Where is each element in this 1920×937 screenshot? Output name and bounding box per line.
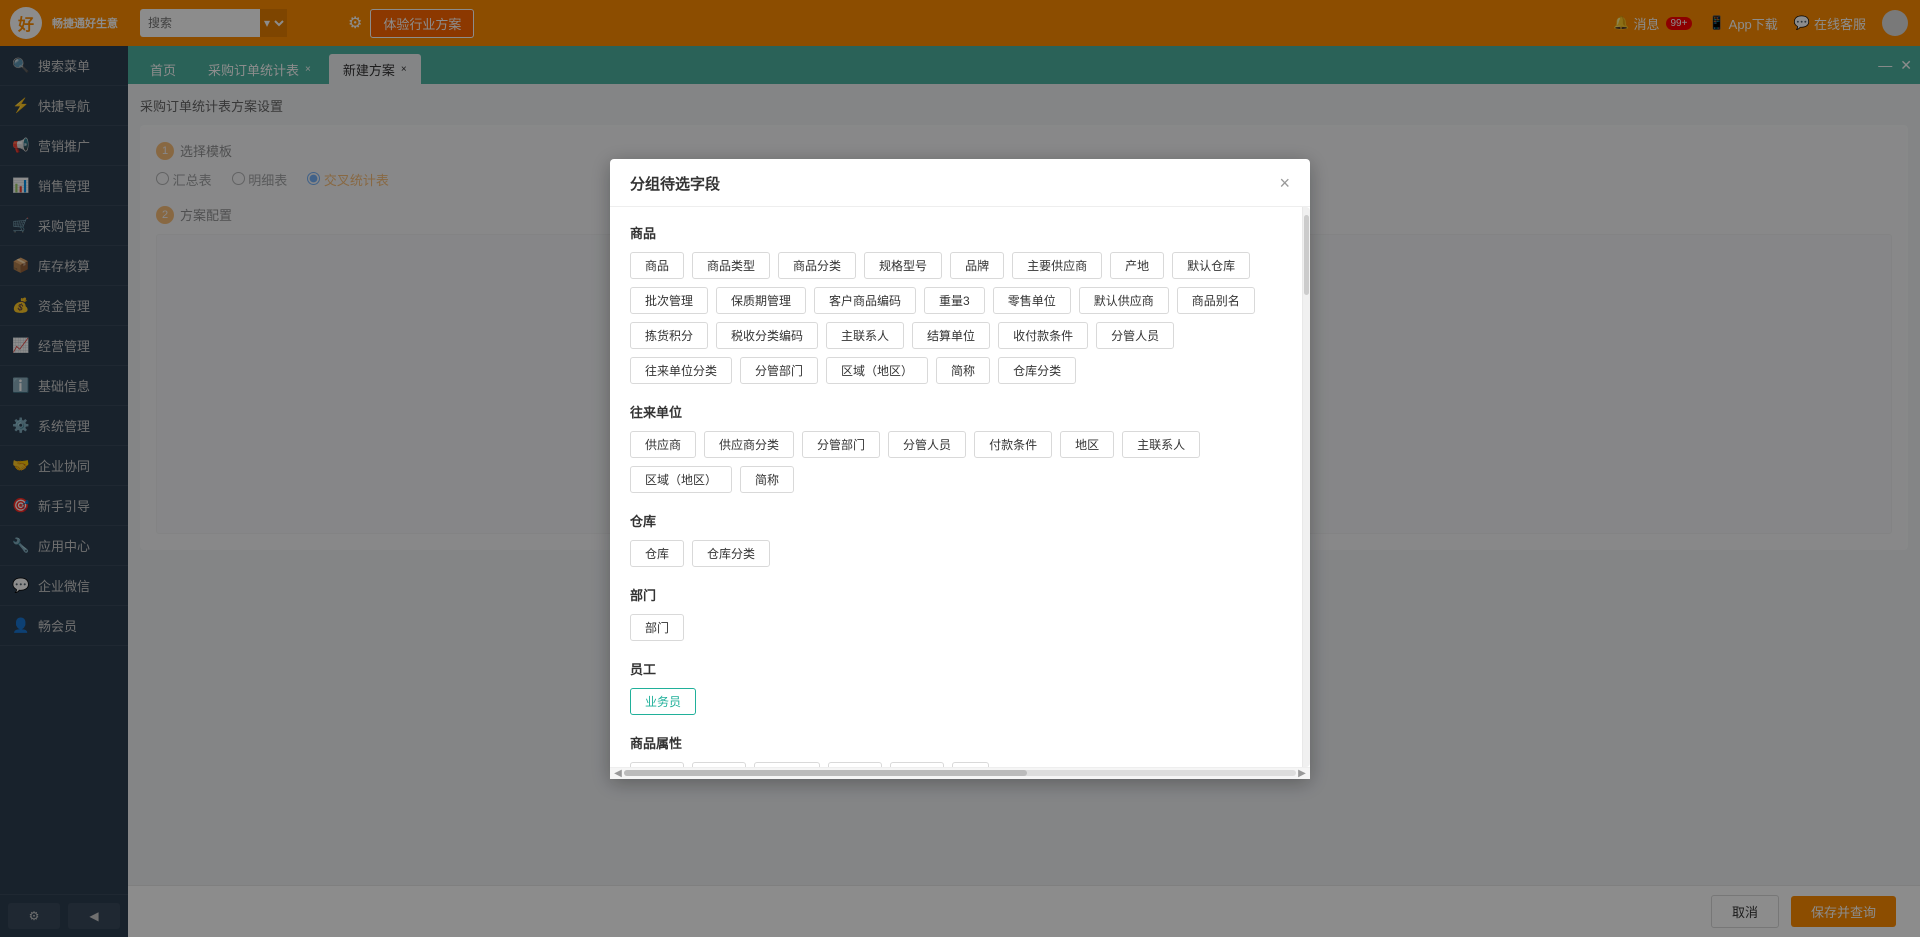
section-3: 部门部门 — [630, 585, 1282, 641]
field-tag-0-4[interactable]: 品牌 — [950, 252, 1004, 279]
modal-scrollbar-right[interactable] — [1302, 207, 1310, 767]
section-title-0: 商品 — [630, 223, 1282, 242]
scroll-right-arrow[interactable]: ▶ — [1296, 768, 1308, 779]
modal-overlay[interactable]: 分组待选字段 × 商品商品商品类型商品分类规格型号品牌主要供应商产地默认仓库批次… — [0, 0, 1920, 937]
field-tag-1-1[interactable]: 供应商分类 — [704, 431, 794, 458]
modal-scrollbar-bottom[interactable]: ◀ ▶ — [610, 767, 1310, 779]
field-tag-0-15[interactable]: 拣货积分 — [630, 322, 708, 349]
field-tag-0-12[interactable]: 零售单位 — [993, 287, 1071, 314]
field-tag-0-11[interactable]: 重量3 — [924, 287, 985, 314]
field-tags-2: 仓库仓库分类 — [630, 540, 1282, 567]
field-tags-4: 业务员 — [630, 688, 1282, 715]
section-4: 员工业务员 — [630, 659, 1282, 715]
field-tag-0-21[interactable]: 往来单位分类 — [630, 357, 732, 384]
field-tag-2-0[interactable]: 仓库 — [630, 540, 684, 567]
field-tag-0-0[interactable]: 商品 — [630, 252, 684, 279]
field-tag-0-9[interactable]: 保质期管理 — [716, 287, 806, 314]
field-tag-0-8[interactable]: 批次管理 — [630, 287, 708, 314]
section-title-2: 仓库 — [630, 511, 1282, 530]
section-0: 商品商品商品类型商品分类规格型号品牌主要供应商产地默认仓库批次管理保质期管理客户… — [630, 223, 1282, 384]
field-tag-1-6[interactable]: 主联系人 — [1122, 431, 1200, 458]
field-tag-3-0[interactable]: 部门 — [630, 614, 684, 641]
section-title-5: 商品属性 — [630, 733, 1282, 752]
field-tag-0-3[interactable]: 规格型号 — [864, 252, 942, 279]
field-tag-0-22[interactable]: 分管部门 — [740, 357, 818, 384]
modal-body: 商品商品商品类型商品分类规格型号品牌主要供应商产地默认仓库批次管理保质期管理客户… — [610, 207, 1302, 767]
field-tag-0-16[interactable]: 税收分类编码 — [716, 322, 818, 349]
field-tag-1-5[interactable]: 地区 — [1060, 431, 1114, 458]
field-tag-0-5[interactable]: 主要供应商 — [1012, 252, 1102, 279]
field-tag-0-7[interactable]: 默认仓库 — [1172, 252, 1250, 279]
field-tag-0-13[interactable]: 默认供应商 — [1079, 287, 1169, 314]
field-tag-0-14[interactable]: 商品别名 — [1177, 287, 1255, 314]
field-tag-1-4[interactable]: 付款条件 — [974, 431, 1052, 458]
scrollbar-thumb — [1304, 215, 1309, 295]
field-tag-0-6[interactable]: 产地 — [1110, 252, 1164, 279]
modal-close-btn[interactable]: × — [1279, 174, 1290, 192]
section-title-1: 往来单位 — [630, 402, 1282, 421]
field-tag-1-3[interactable]: 分管人员 — [888, 431, 966, 458]
modal-header: 分组待选字段 × — [610, 159, 1310, 207]
field-tag-1-0[interactable]: 供应商 — [630, 431, 696, 458]
field-tag-0-19[interactable]: 收付款条件 — [998, 322, 1088, 349]
field-tags-1: 供应商供应商分类分管部门分管人员付款条件地区主联系人区域（地区） 简称 — [630, 431, 1282, 493]
field-tag-0-20[interactable]: 分管人员 — [1096, 322, 1174, 349]
field-tag-0-18[interactable]: 结算单位 — [912, 322, 990, 349]
field-tag-0-24[interactable]: 简称 — [936, 357, 990, 384]
field-tag-0-23[interactable]: 区域（地区） — [826, 357, 928, 384]
scroll-left-arrow[interactable]: ◀ — [612, 768, 624, 779]
section-5: 商品属性属性颜色多规格尺码鞋码1 — [630, 733, 1282, 767]
field-tag-1-8[interactable]: 简称 — [740, 466, 794, 493]
field-tag-0-2[interactable]: 商品分类 — [778, 252, 856, 279]
section-2: 仓库仓库仓库分类 — [630, 511, 1282, 567]
field-tag-1-2[interactable]: 分管部门 — [802, 431, 880, 458]
field-tag-0-25[interactable]: 仓库分类 — [998, 357, 1076, 384]
section-1: 往来单位供应商供应商分类分管部门分管人员付款条件地区主联系人区域（地区） 简称 — [630, 402, 1282, 493]
modal-dialog: 分组待选字段 × 商品商品商品类型商品分类规格型号品牌主要供应商产地默认仓库批次… — [610, 159, 1310, 779]
field-tags-3: 部门 — [630, 614, 1282, 641]
field-tag-4-0[interactable]: 业务员 — [630, 688, 696, 715]
field-tags-0: 商品商品类型商品分类规格型号品牌主要供应商产地默认仓库批次管理保质期管理客户商品… — [630, 252, 1282, 384]
section-title-3: 部门 — [630, 585, 1282, 604]
section-title-4: 员工 — [630, 659, 1282, 678]
modal-inner: 商品商品商品类型商品分类规格型号品牌主要供应商产地默认仓库批次管理保质期管理客户… — [610, 207, 1310, 767]
field-tag-0-10[interactable]: 客户商品编码 — [814, 287, 916, 314]
scroll-track[interactable] — [624, 770, 1296, 776]
field-tag-1-7[interactable]: 区域（地区） — [630, 466, 732, 493]
scroll-thumb — [624, 770, 1027, 776]
field-tag-2-1[interactable]: 仓库分类 — [692, 540, 770, 567]
modal-title: 分组待选字段 — [630, 173, 720, 194]
field-tag-0-1[interactable]: 商品类型 — [692, 252, 770, 279]
field-tag-0-17[interactable]: 主联系人 — [826, 322, 904, 349]
